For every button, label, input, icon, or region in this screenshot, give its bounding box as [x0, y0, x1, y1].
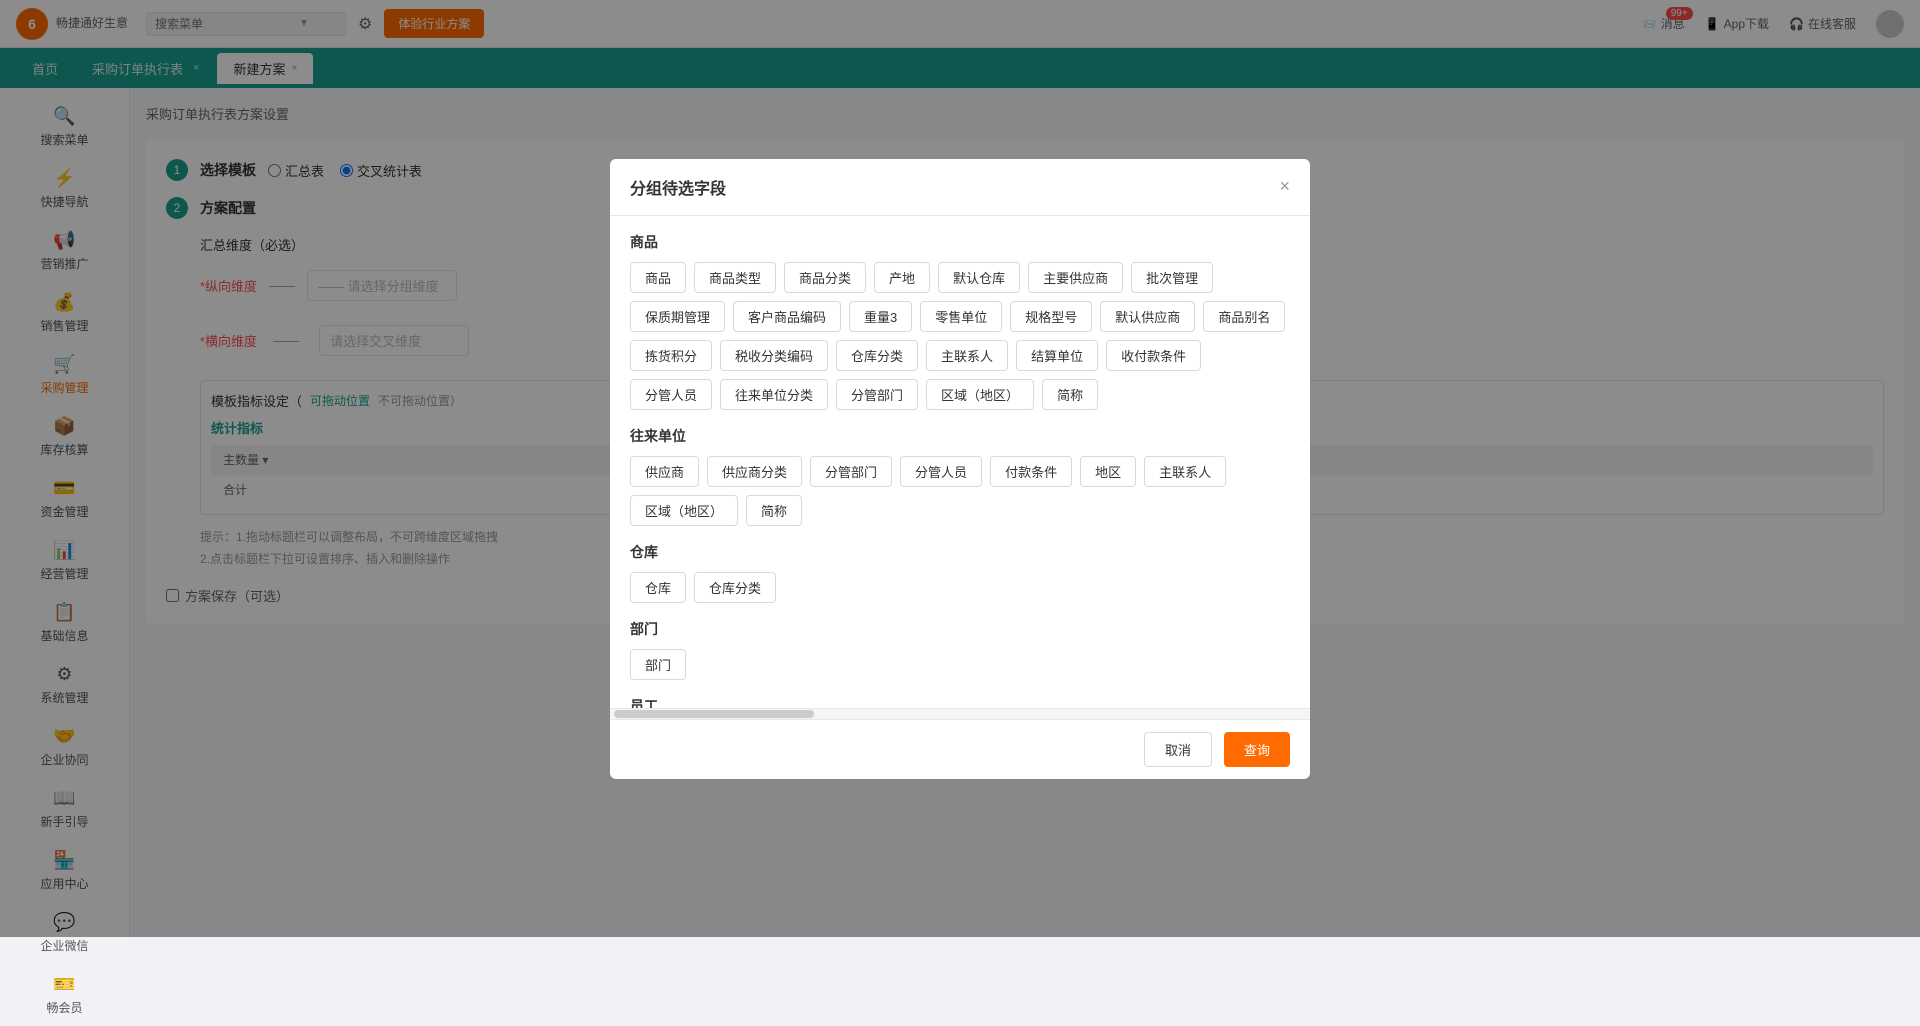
field-selection-modal: 分组待选字段 × 商品 商品 商品类型 商品分类 产地 默认仓库 主要供应商 批… — [610, 159, 1310, 779]
field-tag-pick-points[interactable]: 拣货积分 — [630, 340, 712, 371]
field-tag-settlement-unit[interactable]: 结算单位 — [1016, 340, 1098, 371]
field-tag-region-goods[interactable]: 区域（地区） — [926, 379, 1034, 410]
section-goods-fields: 商品 商品类型 商品分类 产地 默认仓库 主要供应商 批次管理 保质期管理 客户… — [630, 262, 1290, 410]
field-tag-weight3[interactable]: 重量3 — [849, 301, 912, 332]
field-tag-payment-terms[interactable]: 收付款条件 — [1106, 340, 1201, 371]
field-tag-payment-cond[interactable]: 付款条件 — [990, 456, 1072, 487]
modal-footer: 取消 查询 — [610, 719, 1310, 779]
field-tag-short-name-goods[interactable]: 简称 — [1042, 379, 1098, 410]
field-tag-main-contact[interactable]: 主联系人 — [926, 340, 1008, 371]
field-tag-batch-mgmt[interactable]: 批次管理 — [1131, 262, 1213, 293]
section-warehouse-fields: 仓库 仓库分类 — [630, 572, 1290, 603]
modal-body[interactable]: 商品 商品 商品类型 商品分类 产地 默认仓库 主要供应商 批次管理 保质期管理… — [610, 216, 1310, 709]
section-dept-title: 部门 — [630, 619, 1290, 639]
field-tag-goods-type[interactable]: 商品类型 — [694, 262, 776, 293]
field-tag-main-supplier[interactable]: 主要供应商 — [1028, 262, 1123, 293]
member-icon: 🎫 — [53, 974, 75, 995]
section-partner-title: 往来单位 — [630, 426, 1290, 446]
scroll-thumb-horizontal — [614, 710, 814, 718]
field-tag-area[interactable]: 地区 — [1080, 456, 1136, 487]
field-tag-spec-model[interactable]: 规格型号 — [1010, 301, 1092, 332]
modal-cancel-button[interactable]: 取消 — [1144, 732, 1212, 767]
field-tag-tax-code[interactable]: 税收分类编码 — [720, 340, 828, 371]
field-tag-region-partner[interactable]: 区域（地区） — [630, 495, 738, 526]
modal-confirm-button[interactable]: 查询 — [1224, 732, 1290, 767]
sidebar-item-member[interactable]: 🎫 畅会员 — [0, 964, 129, 1026]
section-dept-fields: 部门 — [630, 649, 1290, 680]
field-tag-person-partner[interactable]: 分管人员 — [900, 456, 982, 487]
field-tag-dept-partner[interactable]: 分管部门 — [810, 456, 892, 487]
field-tag-default-supplier[interactable]: 默认供应商 — [1100, 301, 1195, 332]
modal-title: 分组待选字段 — [630, 175, 726, 199]
field-tag-expiry-mgmt[interactable]: 保质期管理 — [630, 301, 725, 332]
section-partner-fields: 供应商 供应商分类 分管部门 分管人员 付款条件 地区 主联系人 区域（地区） … — [630, 456, 1290, 526]
field-tag-goods-alias[interactable]: 商品别名 — [1203, 301, 1285, 332]
field-tag-short-name-partner[interactable]: 简称 — [746, 495, 802, 526]
field-tag-retail-unit[interactable]: 零售单位 — [920, 301, 1002, 332]
field-tag-responsible-dept[interactable]: 分管部门 — [836, 379, 918, 410]
field-tag-warehouse-cat[interactable]: 仓库分类 — [694, 572, 776, 603]
section-goods-title: 商品 — [630, 232, 1290, 252]
field-tag-origin[interactable]: 产地 — [874, 262, 930, 293]
field-tag-main-contact-partner[interactable]: 主联系人 — [1144, 456, 1226, 487]
modal-overlay: 分组待选字段 × 商品 商品 商品类型 商品分类 产地 默认仓库 主要供应商 批… — [0, 0, 1920, 937]
field-tag-customer-code[interactable]: 客户商品编码 — [733, 301, 841, 332]
modal-close-button[interactable]: × — [1279, 176, 1290, 197]
field-tag-supplier[interactable]: 供应商 — [630, 456, 699, 487]
section-employee-title: 员工 — [630, 696, 1290, 709]
field-tag-dept[interactable]: 部门 — [630, 649, 686, 680]
field-tag-goods-category[interactable]: 商品分类 — [784, 262, 866, 293]
modal-horizontal-scrollbar[interactable] — [610, 708, 1310, 718]
field-tag-warehouse[interactable]: 仓库 — [630, 572, 686, 603]
field-tag-warehouse-category[interactable]: 仓库分类 — [836, 340, 918, 371]
field-tag-responsible-person[interactable]: 分管人员 — [630, 379, 712, 410]
field-tag-default-warehouse[interactable]: 默认仓库 — [938, 262, 1020, 293]
field-tag-supplier-category[interactable]: 供应商分类 — [707, 456, 802, 487]
field-tag-goods[interactable]: 商品 — [630, 262, 686, 293]
field-tag-partner-category[interactable]: 往来单位分类 — [720, 379, 828, 410]
modal-header: 分组待选字段 × — [610, 159, 1310, 216]
section-warehouse-title: 仓库 — [630, 542, 1290, 562]
